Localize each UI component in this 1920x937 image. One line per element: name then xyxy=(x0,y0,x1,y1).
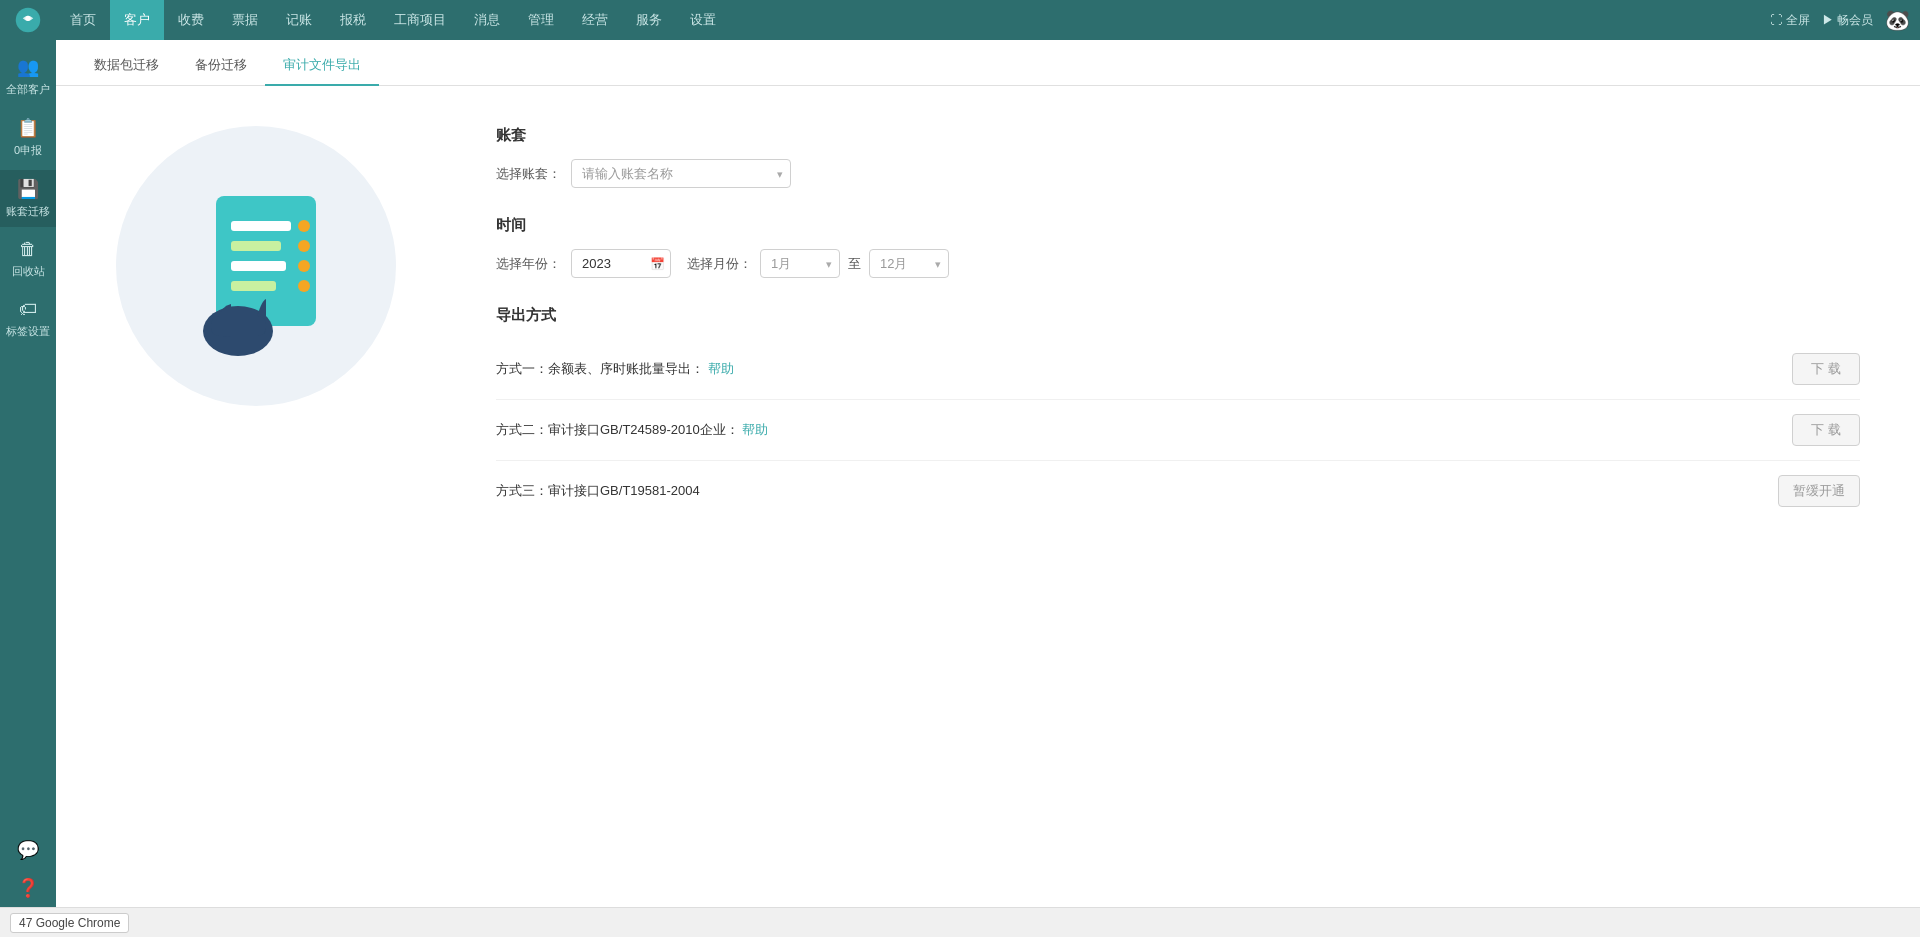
start-month-select[interactable]: 1月 2月 3月 4月 5月 6月 7月 8月 9月 10月 11月 xyxy=(760,249,840,278)
page-content: 账套 选择账套： 请输入账套名称 时间 选择年份： xyxy=(56,86,1920,907)
svg-point-9 xyxy=(298,260,310,272)
sidebar-label-all-customers: 全部客户 xyxy=(6,82,50,97)
tags-icon: 🏷 xyxy=(19,299,37,320)
recycle-icon: 🗑 xyxy=(19,239,37,260)
nav-items: 首页 客户 收费 票据 记账 报税 工商项目 消息 管理 经营 服务 设置 xyxy=(56,0,1770,40)
nav-right: ⛶ 全屏 ▶ 畅会员 🐼 xyxy=(1770,8,1910,32)
nav-service[interactable]: 服务 xyxy=(622,0,676,40)
export-method-2-text: 方式二：审计接口GB/T24589-2010企业： xyxy=(496,422,739,437)
customers-icon: 👥 xyxy=(17,56,39,78)
time-section-title: 时间 xyxy=(496,216,1860,235)
bottom-bar: 47 Google Chrome xyxy=(0,907,1920,937)
svg-rect-3 xyxy=(231,221,291,231)
year-wrapper: 📅 xyxy=(571,249,671,278)
sidebar-item-message[interactable]: 💬 xyxy=(0,831,56,869)
export-method-2-help[interactable]: 帮助 xyxy=(742,422,768,437)
tab-backup-migrate[interactable]: 备份迁移 xyxy=(177,46,265,86)
svg-point-8 xyxy=(298,240,310,252)
export-section: 导出方式 方式一：余额表、序时账批量导出： 帮助 下 载 方式二：审计接口GB/… xyxy=(496,306,1860,521)
member-btn[interactable]: ▶ 畅会员 xyxy=(1822,12,1873,29)
sidebar-label-account-migrate: 账套迁移 xyxy=(6,204,50,219)
svg-rect-5 xyxy=(231,261,286,271)
account-section: 账套 选择账套： 请输入账套名称 xyxy=(496,126,1860,188)
illustration-circle xyxy=(116,126,396,406)
account-select[interactable]: 请输入账套名称 xyxy=(571,159,791,188)
help-icon: ❓ xyxy=(17,877,39,899)
svg-rect-6 xyxy=(231,281,276,291)
svg-rect-12 xyxy=(211,316,266,336)
end-month-wrapper: 1月 2月 3月 4月 5月 6月 7月 8月 9月 10月 11月 xyxy=(869,249,949,278)
sidebar-item-tags[interactable]: 🏷 标签设置 xyxy=(0,291,56,347)
month-label: 选择月份： xyxy=(687,255,752,273)
nav-manage[interactable]: 管理 xyxy=(514,0,568,40)
special-btn-3[interactable]: 暂缓开通 xyxy=(1778,475,1860,507)
sidebar-item-help[interactable]: ❓ xyxy=(0,869,56,907)
svg-rect-4 xyxy=(231,241,281,251)
svg-point-10 xyxy=(298,280,310,292)
export-method-3-label: 方式三：审计接口GB/T19581-2004 xyxy=(496,482,1778,500)
nav-settings[interactable]: 设置 xyxy=(676,0,730,40)
export-method-1-label: 方式一：余额表、序时账批量导出： 帮助 xyxy=(496,360,1792,378)
download-btn-2[interactable]: 下 载 xyxy=(1792,414,1860,446)
sidebar-bottom: 💬 ❓ xyxy=(0,831,56,907)
migrate-icon: 💾 xyxy=(17,178,39,200)
sidebar-item-zero-declare[interactable]: 📋 0申报 xyxy=(0,109,56,166)
end-month-select[interactable]: 1月 2月 3月 4月 5月 6月 7月 8月 9月 10月 11月 xyxy=(869,249,949,278)
svg-point-7 xyxy=(298,220,310,232)
sidebar-label-zero-declare: 0申报 xyxy=(14,143,42,158)
tab-data-migrate[interactable]: 数据包迁移 xyxy=(76,46,177,86)
export-method-2: 方式二：审计接口GB/T24589-2010企业： 帮助 下 载 xyxy=(496,400,1860,461)
sidebar-item-recycle[interactable]: 🗑 回收站 xyxy=(0,231,56,287)
export-method-1: 方式一：余额表、序时账批量导出： 帮助 下 载 xyxy=(496,339,1860,400)
year-label: 选择年份： xyxy=(496,255,561,273)
account-label: 选择账套： xyxy=(496,165,561,183)
nav-invoices[interactable]: 票据 xyxy=(218,0,272,40)
nav-tax[interactable]: 报税 xyxy=(326,0,380,40)
form-area: 账套 选择账套： 请输入账套名称 时间 选择年份： xyxy=(496,126,1860,549)
start-month-wrapper: 1月 2月 3月 4月 5月 6月 7月 8月 9月 10月 11月 xyxy=(760,249,840,278)
message-icon: 💬 xyxy=(17,839,39,861)
illustration-svg xyxy=(166,166,346,366)
declare-icon: 📋 xyxy=(17,117,39,139)
export-method-2-label: 方式二：审计接口GB/T24589-2010企业： 帮助 xyxy=(496,421,1792,439)
illustration-area xyxy=(116,126,416,426)
tab-audit-export[interactable]: 审计文件导出 xyxy=(265,46,379,86)
nav-customers[interactable]: 客户 xyxy=(110,0,164,40)
time-section: 时间 选择年份： 📅 选择月份： 1月 2月 3月 xyxy=(496,216,1860,278)
time-row: 选择年份： 📅 选择月份： 1月 2月 3月 4月 xyxy=(496,249,1860,278)
sidebar-item-all-customers[interactable]: 👥 全部客户 xyxy=(0,48,56,105)
fullscreen-btn[interactable]: ⛶ 全屏 xyxy=(1770,12,1809,29)
year-input[interactable] xyxy=(571,249,671,278)
sidebar-item-account-migrate[interactable]: 💾 账套迁移 xyxy=(0,170,56,227)
export-section-title: 导出方式 xyxy=(496,306,1860,325)
sidebar-label-recycle: 回收站 xyxy=(12,264,45,279)
account-section-title: 账套 xyxy=(496,126,1860,145)
download-btn-1[interactable]: 下 载 xyxy=(1792,353,1860,385)
content-area: 数据包迁移 备份迁移 审计文件导出 xyxy=(56,40,1920,907)
main-layout: 👥 全部客户 📋 0申报 💾 账套迁移 🗑 回收站 🏷 标签设置 💬 ❓ xyxy=(0,40,1920,907)
nav-business[interactable]: 工商项目 xyxy=(380,0,460,40)
svg-point-1 xyxy=(25,16,30,21)
account-row: 选择账套： 请输入账套名称 xyxy=(496,159,1860,188)
app-logo xyxy=(10,2,46,38)
tabs-bar: 数据包迁移 备份迁移 审计文件导出 xyxy=(56,40,1920,86)
export-method-3: 方式三：审计接口GB/T19581-2004 暂缓开通 xyxy=(496,461,1860,521)
nav-messages[interactable]: 消息 xyxy=(460,0,514,40)
sidebar: 👥 全部客户 📋 0申报 💾 账套迁移 🗑 回收站 🏷 标签设置 💬 ❓ xyxy=(0,40,56,907)
top-nav: 首页 客户 收费 票据 记账 报税 工商项目 消息 管理 经营 服务 设置 ⛶ … xyxy=(0,0,1920,40)
user-avatar[interactable]: 🐼 xyxy=(1885,8,1910,32)
export-method-1-text: 方式一：余额表、序时账批量导出： xyxy=(496,361,704,376)
nav-operations[interactable]: 经营 xyxy=(568,0,622,40)
nav-bookkeeping[interactable]: 记账 xyxy=(272,0,326,40)
export-method-1-help[interactable]: 帮助 xyxy=(708,361,734,376)
sidebar-label-tags: 标签设置 xyxy=(6,324,50,339)
nav-home[interactable]: 首页 xyxy=(56,0,110,40)
chrome-badge: 47 Google Chrome xyxy=(10,913,129,933)
nav-fees[interactable]: 收费 xyxy=(164,0,218,40)
account-select-wrapper: 请输入账套名称 xyxy=(571,159,791,188)
to-label: 至 xyxy=(848,255,861,273)
